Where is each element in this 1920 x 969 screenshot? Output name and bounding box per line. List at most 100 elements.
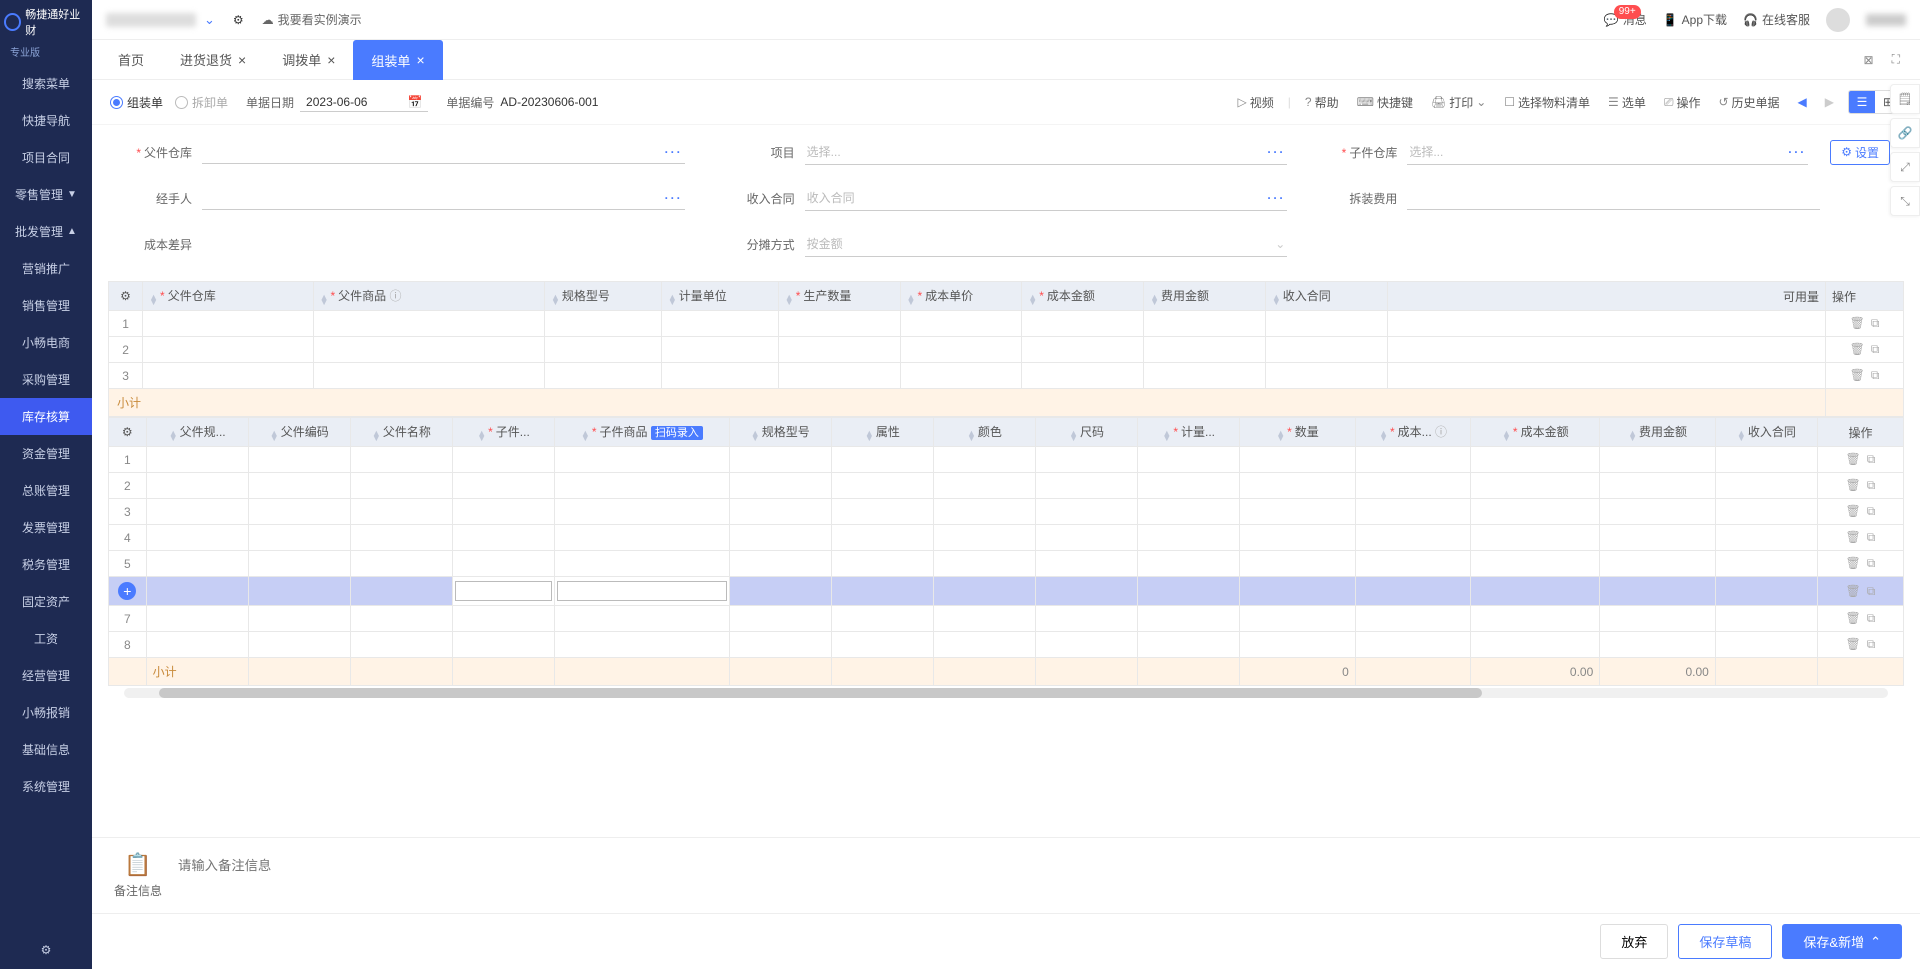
date-picker[interactable]: 2023-06-06 📅 [300, 93, 428, 112]
tab-3[interactable]: 组装单× [353, 40, 442, 80]
sidebar-item-5[interactable]: 营销推广 [0, 250, 92, 287]
tab-1[interactable]: 进货退货× [162, 40, 264, 79]
sidebar-settings-icon[interactable]: ⚙ [0, 931, 92, 969]
lookup-icon[interactable]: ··· [665, 145, 683, 159]
sidebar-item-16[interactable]: 经营管理 [0, 657, 92, 694]
cell[interactable] [1265, 337, 1387, 363]
cell[interactable] [452, 525, 554, 551]
input-project[interactable]: 选择...··· [805, 139, 1288, 165]
cell[interactable] [933, 632, 1035, 658]
cell[interactable] [1355, 632, 1471, 658]
sort-icon[interactable]: ▲▼ [785, 295, 794, 305]
input-child-wh[interactable]: 选择...··· [1407, 139, 1808, 165]
close-icon[interactable]: × [238, 52, 246, 68]
lookup-icon[interactable]: ··· [1267, 145, 1285, 159]
delete-row-icon[interactable]: 🗑 [1846, 637, 1861, 652]
sidebar-item-14[interactable]: 固定资产 [0, 583, 92, 620]
sort-icon[interactable]: ▲▼ [372, 431, 381, 441]
sort-icon[interactable]: ▲▼ [668, 295, 677, 305]
col-header[interactable]: ▲▼费用金额 [1600, 418, 1716, 447]
sidebar-item-2[interactable]: 项目合同 [0, 139, 92, 176]
cell[interactable] [146, 632, 248, 658]
sidebar-item-7[interactable]: 小畅电商 [0, 324, 92, 361]
cell[interactable] [1471, 499, 1600, 525]
cell[interactable] [143, 363, 313, 389]
cell[interactable] [452, 447, 554, 473]
discard-button[interactable]: 放弃 [1600, 924, 1668, 959]
sort-icon[interactable]: ▲▼ [477, 431, 486, 441]
scrollbar-thumb[interactable] [159, 688, 1482, 698]
tabs-close-all-icon[interactable]: ⊠ [1860, 49, 1878, 71]
lookup-icon[interactable]: ··· [1267, 191, 1285, 205]
cell[interactable] [313, 363, 544, 389]
sidebar-item-18[interactable]: 基础信息 [0, 731, 92, 768]
delete-row-icon[interactable]: 🗑 [1846, 504, 1861, 519]
cell[interactable] [1138, 551, 1240, 577]
org-selector[interactable]: ⌄ [106, 12, 215, 28]
float-note-icon[interactable]: 🗒 [1890, 84, 1920, 114]
delete-row-icon[interactable]: 🗑 [1850, 368, 1865, 383]
cell[interactable] [661, 311, 778, 337]
copy-row-icon[interactable]: ⧉ [1867, 637, 1876, 652]
cell[interactable] [1471, 473, 1600, 499]
col-header[interactable]: ▲▼计量单位 [661, 282, 778, 311]
col-header[interactable]: ▲▼*父件商品 ⓘ [313, 282, 544, 311]
cell[interactable] [143, 337, 313, 363]
cell[interactable] [1240, 525, 1356, 551]
cell[interactable] [313, 311, 544, 337]
sidebar-item-11[interactable]: 总账管理 [0, 472, 92, 509]
sort-icon[interactable]: ▲▼ [1502, 431, 1511, 441]
copy-row-icon[interactable]: ⧉ [1867, 504, 1876, 519]
cell[interactable] [1355, 577, 1471, 606]
cell[interactable] [1138, 525, 1240, 551]
cell[interactable] [1471, 577, 1600, 606]
close-icon[interactable]: × [416, 52, 424, 68]
cell[interactable] [1471, 551, 1600, 577]
col-header[interactable]: ▲▼收入合同 [1265, 282, 1387, 311]
cell[interactable] [729, 632, 831, 658]
close-icon[interactable]: × [327, 52, 335, 68]
cell[interactable] [831, 447, 933, 473]
cell[interactable] [900, 311, 1022, 337]
cell[interactable] [729, 606, 831, 632]
sort-icon[interactable]: ▲▼ [551, 295, 560, 305]
delete-row-icon[interactable]: 🗑 [1846, 611, 1861, 626]
sort-icon[interactable]: ▲▼ [1069, 431, 1078, 441]
lookup-icon[interactable]: ··· [1788, 145, 1806, 159]
info-icon[interactable]: ⓘ [1435, 425, 1447, 439]
cell[interactable] [248, 632, 350, 658]
cell[interactable] [729, 551, 831, 577]
cell[interactable] [1022, 337, 1144, 363]
cell[interactable] [452, 473, 554, 499]
cell[interactable] [1240, 577, 1356, 606]
cell[interactable] [1240, 606, 1356, 632]
cell[interactable] [143, 311, 313, 337]
avatar[interactable] [1826, 8, 1850, 32]
col-header[interactable]: ▲▼属性 [831, 418, 933, 447]
table-gear-icon[interactable]: ⚙ [109, 282, 143, 311]
input-parent-wh[interactable]: ··· [202, 140, 685, 164]
input-income-contract[interactable]: 收入合同··· [805, 185, 1288, 211]
col-header[interactable]: ▲▼收入合同 [1715, 418, 1817, 447]
cell[interactable] [933, 473, 1035, 499]
cell[interactable] [1138, 632, 1240, 658]
cell[interactable] [1144, 337, 1266, 363]
cell[interactable] [1240, 632, 1356, 658]
cell[interactable] [933, 499, 1035, 525]
cell[interactable] [1138, 447, 1240, 473]
tool-select[interactable]: ☰选单 [1604, 92, 1650, 113]
cell[interactable] [452, 551, 554, 577]
cell[interactable] [350, 525, 452, 551]
sidebar-item-19[interactable]: 系统管理 [0, 768, 92, 805]
cell[interactable] [1471, 525, 1600, 551]
cell[interactable] [1600, 632, 1716, 658]
cell[interactable] [146, 447, 248, 473]
cell[interactable] [146, 551, 248, 577]
save-new-button[interactable]: 保存&新增 ⌃ [1782, 924, 1902, 959]
col-header[interactable]: ▲▼*子件... [452, 418, 554, 447]
copy-row-icon[interactable]: ⧉ [1871, 342, 1880, 357]
cell[interactable] [555, 525, 730, 551]
col-header[interactable]: ▲▼*成本... ⓘ [1355, 418, 1471, 447]
fullscreen-icon[interactable]: ⛶ [1888, 48, 1904, 71]
app-download-button[interactable]: 📱 App下载 [1663, 11, 1727, 28]
